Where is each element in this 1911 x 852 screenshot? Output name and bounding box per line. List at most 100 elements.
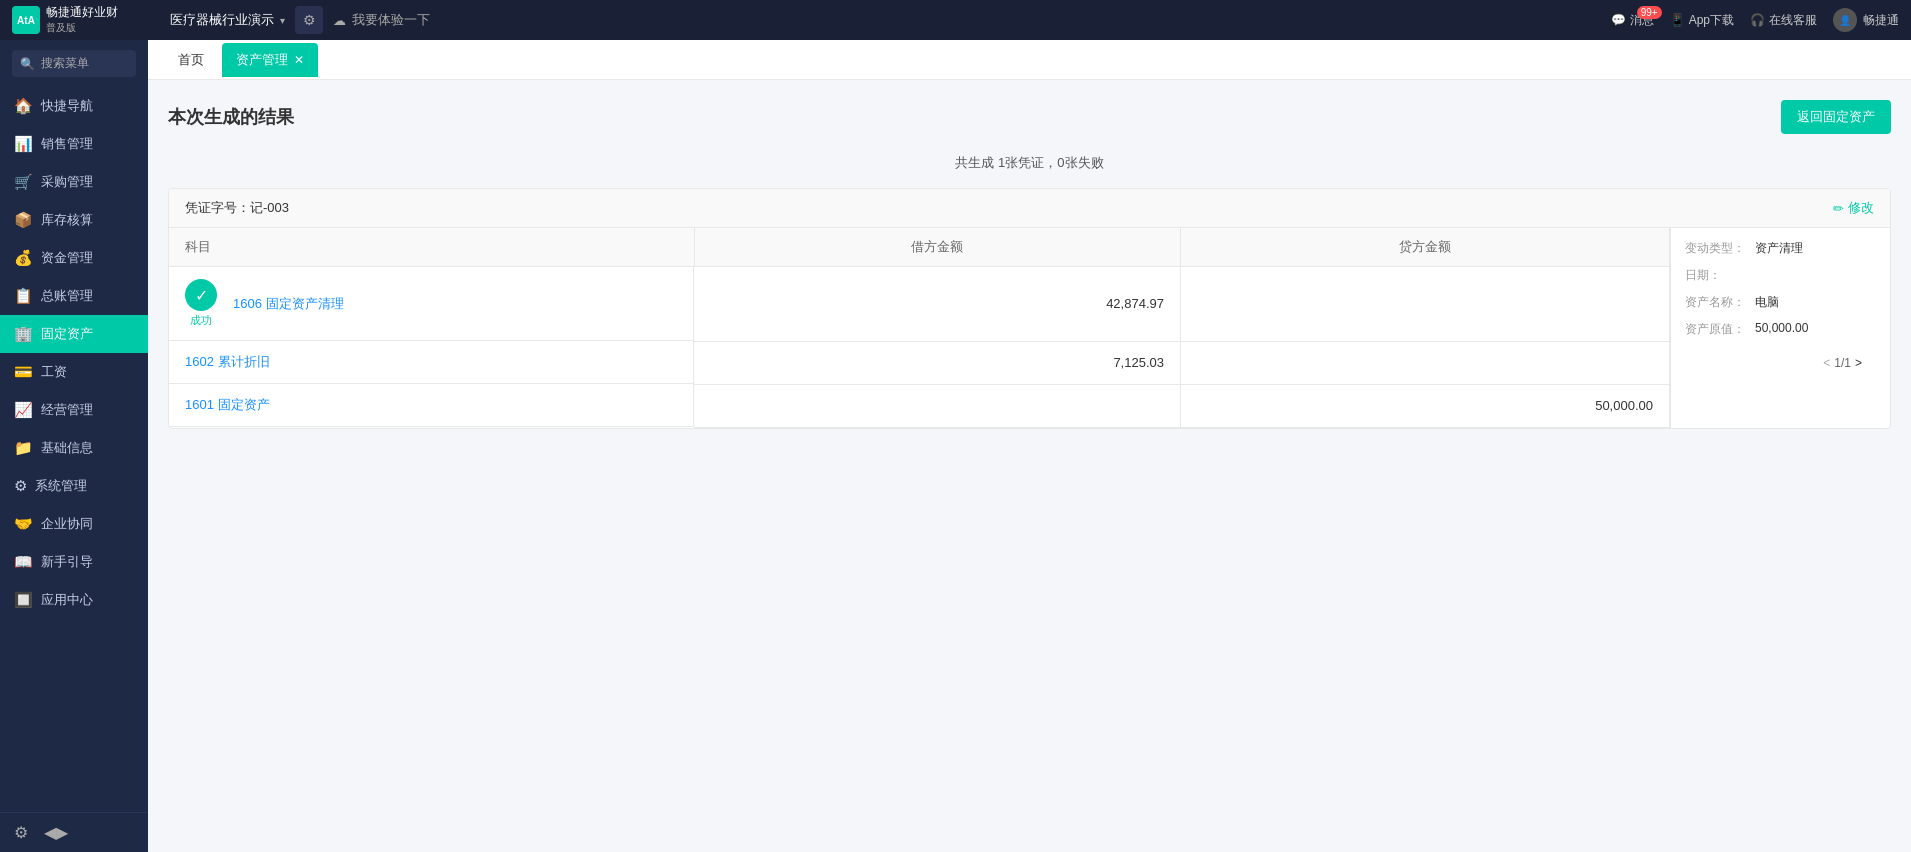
salary-icon: 💳 — [14, 363, 33, 381]
logo-area: AtA 畅捷通好业财 普及版 — [12, 5, 160, 35]
sidebar-item-label: 固定资产 — [41, 325, 93, 343]
sidebar-item-quick-nav[interactable]: 🏠 快捷导航 — [0, 87, 148, 125]
system-icon: ⚙ — [14, 477, 27, 495]
voucher-number: 凭证字号：记-003 — [185, 199, 289, 217]
asset-name-label: 资产名称： — [1685, 294, 1755, 311]
sidebar-item-label: 资金管理 — [41, 249, 93, 267]
sidebar-item-guide[interactable]: 📖 新手引导 — [0, 543, 148, 581]
message-icon: 💬 — [1611, 13, 1626, 27]
sidebar-item-label: 工资 — [41, 363, 67, 381]
content-area: 首页 资产管理 ✕ 本次生成的结果 返回固定资产 共生成 1张凭证，0张失败 凭… — [148, 40, 1911, 852]
sidebar-item-funds[interactable]: 💰 资金管理 — [0, 239, 148, 277]
page-indicator: 1/1 — [1834, 356, 1851, 370]
asset-original-value: 50,000.00 — [1755, 321, 1808, 335]
voucher-table: 科目 借方金额 贷方金额 ✓成功 1606 固定资产清理 — [169, 228, 1670, 428]
sidebar-item-purchase[interactable]: 🛒 采购管理 — [0, 163, 148, 201]
tab-home[interactable]: 首页 — [164, 43, 218, 77]
app-download-button[interactable]: 📱 App下载 — [1670, 12, 1734, 29]
app-label: App下载 — [1689, 12, 1734, 29]
success-text: 成功 — [190, 313, 212, 328]
debit-cell — [694, 384, 1180, 427]
debit-cell: 7,125.03 — [694, 341, 1180, 384]
return-fixed-assets-button[interactable]: 返回固定资产 — [1781, 100, 1891, 134]
chevron-down-icon: ▾ — [280, 15, 285, 26]
table-row: ✓ 成功 1606 固定资产清理 42,874.97 — [169, 267, 1670, 342]
edit-button[interactable]: ✏ 修改 — [1833, 199, 1874, 217]
app-icon: 📱 — [1670, 13, 1685, 27]
prev-page-button[interactable]: < — [1823, 356, 1830, 370]
sidebar-item-enterprise[interactable]: 🤝 企业协同 — [0, 505, 148, 543]
subject-link[interactable]: 1602 累计折旧 — [185, 353, 270, 371]
edit-label: 修改 — [1848, 199, 1874, 217]
sidebar-item-system[interactable]: ⚙ 系统管理 — [0, 467, 148, 505]
subject-link[interactable]: 1606 固定资产清理 — [233, 295, 344, 313]
gear-icon: ⚙ — [303, 12, 316, 28]
sidebar-item-management[interactable]: 📈 经营管理 — [0, 391, 148, 429]
headset-icon: 🎧 — [1750, 13, 1765, 27]
sidebar-item-ledger[interactable]: 📋 总账管理 — [0, 277, 148, 315]
trial-button[interactable]: ☁ 我要体验一下 — [333, 11, 430, 29]
logo-text: 畅捷通好业财 — [46, 5, 118, 21]
asset-original-row: 资产原值： 50,000.00 — [1685, 321, 1876, 338]
sidebar-item-sales[interactable]: 📊 销售管理 — [0, 125, 148, 163]
edit-icon: ✏ — [1833, 201, 1844, 216]
search-label: 搜索菜单 — [41, 55, 89, 72]
ledger-icon: 📋 — [14, 287, 33, 305]
subject-link[interactable]: 1601 固定资产 — [185, 396, 270, 414]
settings-icon[interactable]: ⚙ — [14, 823, 28, 842]
table-row: 1601 固定资产 50,000.00 — [169, 384, 1670, 427]
credit-cell — [1180, 267, 1669, 342]
tab-asset-management[interactable]: 资产管理 ✕ — [222, 43, 318, 77]
sidebar-search-button[interactable]: 🔍 搜索菜单 — [12, 50, 136, 77]
sidebar-item-salary[interactable]: 💳 工资 — [0, 353, 148, 391]
message-button[interactable]: 💬 消息 99+ — [1611, 12, 1654, 29]
guide-icon: 📖 — [14, 553, 33, 571]
sidebar-bottom: ⚙ ◀▶ — [0, 812, 148, 852]
sidebar-item-app-center[interactable]: 🔲 应用中心 — [0, 581, 148, 619]
sidebar: 🔍 搜索菜单 🏠 快捷导航 📊 销售管理 🛒 采购管理 📦 库存核算 💰 资金管… — [0, 40, 148, 852]
header-right: 💬 消息 99+ 📱 App下载 🎧 在线客服 👤 畅捷通 — [1611, 8, 1899, 32]
sidebar-item-label: 经营管理 — [41, 401, 93, 419]
date-label: 日期： — [1685, 267, 1755, 284]
sidebar-item-label: 新手引导 — [41, 553, 93, 571]
success-icon: ✓ — [185, 279, 217, 311]
cloud-icon: ☁ — [333, 13, 346, 28]
tab-close-icon[interactable]: ✕ — [294, 53, 304, 67]
trial-text: 我要体验一下 — [352, 11, 430, 29]
sidebar-item-inventory[interactable]: 📦 库存核算 — [0, 201, 148, 239]
side-info-panel: 变动类型： 资产清理 日期： 资产名称： 电脑 资产原值： — [1670, 228, 1890, 428]
col-header-credit: 贷方金额 — [1180, 228, 1669, 267]
gear-button[interactable]: ⚙ — [295, 6, 323, 34]
next-page-button[interactable]: > — [1855, 356, 1862, 370]
page-title: 本次生成的结果 — [168, 105, 294, 129]
summary-text: 共生成 1张凭证，0张失败 — [168, 154, 1891, 172]
sidebar-item-fixed-assets[interactable]: 🏢 固定资产 — [0, 315, 148, 353]
page-title-row: 本次生成的结果 返回固定资产 — [168, 100, 1891, 134]
purchase-icon: 🛒 — [14, 173, 33, 191]
funds-icon: 💰 — [14, 249, 33, 267]
sidebar-item-label: 企业协同 — [41, 515, 93, 533]
logo-icon: AtA — [12, 6, 40, 34]
change-type-label: 变动类型： — [1685, 240, 1755, 257]
fixed-assets-icon: 🏢 — [14, 325, 33, 343]
logo-sub: 普及版 — [46, 21, 118, 35]
header-middle: 医疗器械行业演示 ▾ ⚙ ☁ 我要体验一下 — [160, 6, 1611, 34]
user-area[interactable]: 👤 畅捷通 — [1833, 8, 1899, 32]
home-icon: 🏠 — [14, 97, 33, 115]
service-button[interactable]: 🎧 在线客服 — [1750, 12, 1817, 29]
debit-cell: 42,874.97 — [694, 267, 1180, 342]
subject-cell: 1602 累计折旧 — [169, 341, 694, 384]
message-badge: 99+ — [1637, 6, 1662, 19]
company-selector[interactable]: 医疗器械行业演示 ▾ — [170, 11, 285, 29]
basic-info-icon: 📁 — [14, 439, 33, 457]
top-header: AtA 畅捷通好业财 普及版 医疗器械行业演示 ▾ ⚙ ☁ 我要体验一下 💬 消… — [0, 0, 1911, 40]
sidebar-item-label: 应用中心 — [41, 591, 93, 609]
collapse-icon[interactable]: ◀▶ — [44, 823, 68, 842]
username: 畅捷通 — [1863, 12, 1899, 29]
change-type-value: 资产清理 — [1755, 240, 1803, 257]
sidebar-item-basic-info[interactable]: 📁 基础信息 — [0, 429, 148, 467]
table-row: 1602 累计折旧 7,125.03 — [169, 341, 1670, 384]
enterprise-icon: 🤝 — [14, 515, 33, 533]
change-type-row: 变动类型： 资产清理 — [1685, 240, 1876, 257]
company-name: 医疗器械行业演示 — [170, 11, 274, 29]
